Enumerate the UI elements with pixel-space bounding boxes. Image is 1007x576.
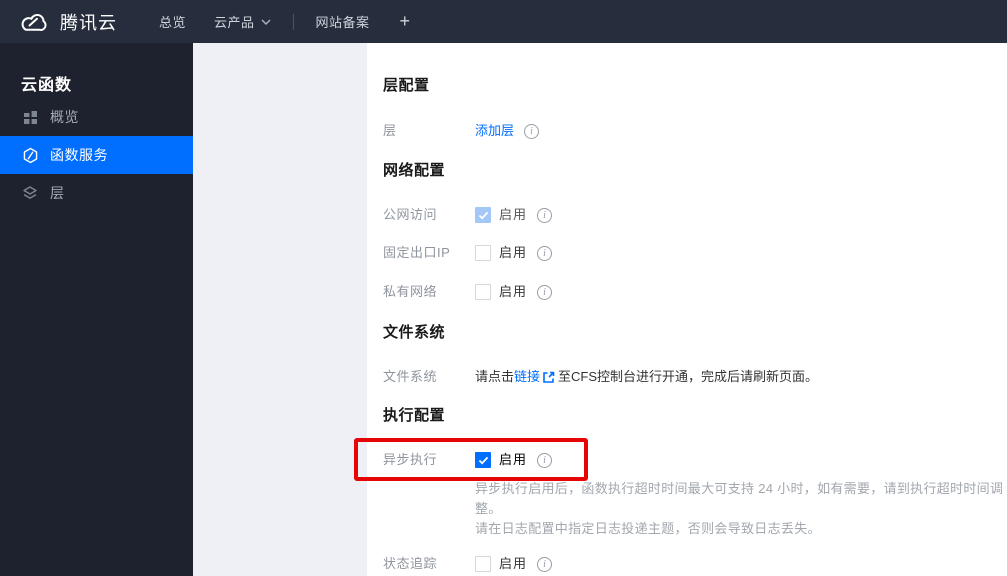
cloud-logo-icon — [18, 10, 50, 34]
info-icon[interactable]: i — [537, 245, 553, 261]
file-system-hint-before: 请点击 — [475, 369, 515, 384]
field-label: 层 — [383, 123, 397, 138]
info-icon[interactable]: i — [537, 284, 553, 300]
public-access-checkbox[interactable] — [475, 207, 491, 223]
chevron-down-icon — [261, 19, 271, 25]
nav-icp-filing[interactable]: 网站备案 — [302, 0, 384, 43]
sidebar-item-label: 层 — [50, 185, 65, 201]
nav-icp-label: 网站备案 — [315, 15, 370, 30]
enable-label: 启用 — [499, 207, 528, 222]
nav-cloud-products-label: 云产品 — [214, 15, 255, 30]
sidebar-menu: 概览 函数服务 层 — [0, 98, 193, 212]
top-navigation: 总览 云产品 网站备案 + — [145, 0, 426, 43]
nav-cloud-products[interactable]: 云产品 — [200, 0, 285, 43]
async-execution-checkbox[interactable] — [475, 452, 491, 468]
function-config-form: 层配置 层 添加层 i 网络配置 公网访问 启用 i 固定出口IP 启用 i 私… — [367, 43, 1007, 576]
field-label: 固定出口IP — [383, 245, 451, 260]
nav-overview[interactable]: 总览 — [145, 0, 200, 43]
enable-label: 启用 — [499, 284, 528, 299]
sidebar-title: 云函数 — [21, 77, 73, 94]
enable-label: 启用 — [499, 556, 528, 571]
tencent-cloud-logo[interactable]: 腾讯云 — [18, 9, 117, 35]
info-icon[interactable]: i — [537, 207, 553, 223]
sidebar-item-function-service[interactable]: 函数服务 — [0, 136, 193, 174]
section-title-layer-config: 层配置 — [383, 77, 430, 94]
sidebar-item-label: 概览 — [50, 109, 79, 125]
vpc-checkbox[interactable] — [475, 284, 491, 300]
info-icon[interactable]: i — [537, 556, 553, 572]
form-row-file-system: 文件系统 请点击 链接 至CFS控制台进行开通，完成后请刷新页面。 — [383, 367, 1007, 387]
section-title-file-system: 文件系统 — [383, 324, 446, 341]
enable-label: 启用 — [499, 245, 528, 260]
help-line-2: 请在日志配置中指定日志投递主题，否则会导致日志丢失。 — [475, 521, 821, 536]
sidebar: 云函数 概览 函数服务 层 — [0, 43, 193, 576]
status-trace-checkbox[interactable] — [475, 556, 491, 572]
async-execution-help-text: 异步执行启用后，函数执行超时时间最大可支持 24 小时，如有需要，请到执行超时时… — [475, 479, 1007, 539]
topbar: 腾讯云 总览 云产品 网站备案 + — [0, 0, 1007, 43]
scf-icon — [21, 146, 39, 164]
sidebar-item-overview[interactable]: 概览 — [0, 98, 193, 136]
file-system-hint-after: 至CFS控制台进行开通，完成后请刷新页面。 — [558, 369, 819, 384]
grid-icon — [21, 108, 39, 126]
info-icon[interactable]: i — [537, 452, 553, 468]
form-row-layer: 层 添加层 i — [383, 121, 1007, 141]
info-icon[interactable]: i — [524, 123, 540, 139]
field-label: 文件系统 — [383, 369, 438, 384]
layers-icon — [21, 184, 39, 202]
section-title-network-config: 网络配置 — [383, 162, 446, 179]
form-row-vpc: 私有网络 启用 i — [383, 282, 1007, 302]
field-label: 异步执行 — [383, 452, 438, 467]
field-label: 状态追踪 — [383, 556, 438, 571]
form-row-async-execution: 异步执行 启用 i — [383, 450, 1007, 470]
sidebar-item-layers[interactable]: 层 — [0, 174, 193, 212]
enable-label: 启用 — [499, 452, 528, 467]
function-list-panel — [193, 43, 367, 576]
nav-add-button[interactable]: + — [384, 11, 427, 32]
help-line-1: 异步执行启用后，函数执行超时时间最大可支持 24 小时，如有需要，请到执行超时时… — [475, 481, 1004, 516]
brand-name: 腾讯云 — [60, 12, 117, 33]
section-title-execution-config: 执行配置 — [383, 407, 446, 424]
field-label: 公网访问 — [383, 207, 438, 222]
form-row-status-trace: 状态追踪 启用 i — [383, 554, 1007, 574]
form-row-fixed-ip: 固定出口IP 启用 i — [383, 243, 1007, 263]
add-layer-link[interactable]: 添加层 — [475, 121, 514, 141]
form-row-public-access: 公网访问 启用 i — [383, 205, 1007, 225]
fixed-ip-checkbox[interactable] — [475, 245, 491, 261]
cfs-link[interactable]: 链接 — [514, 367, 540, 387]
external-link-icon[interactable] — [542, 371, 555, 384]
nav-divider — [292, 13, 294, 30]
field-label: 私有网络 — [383, 284, 438, 299]
sidebar-item-label: 函数服务 — [50, 147, 108, 163]
nav-overview-label: 总览 — [159, 15, 187, 30]
